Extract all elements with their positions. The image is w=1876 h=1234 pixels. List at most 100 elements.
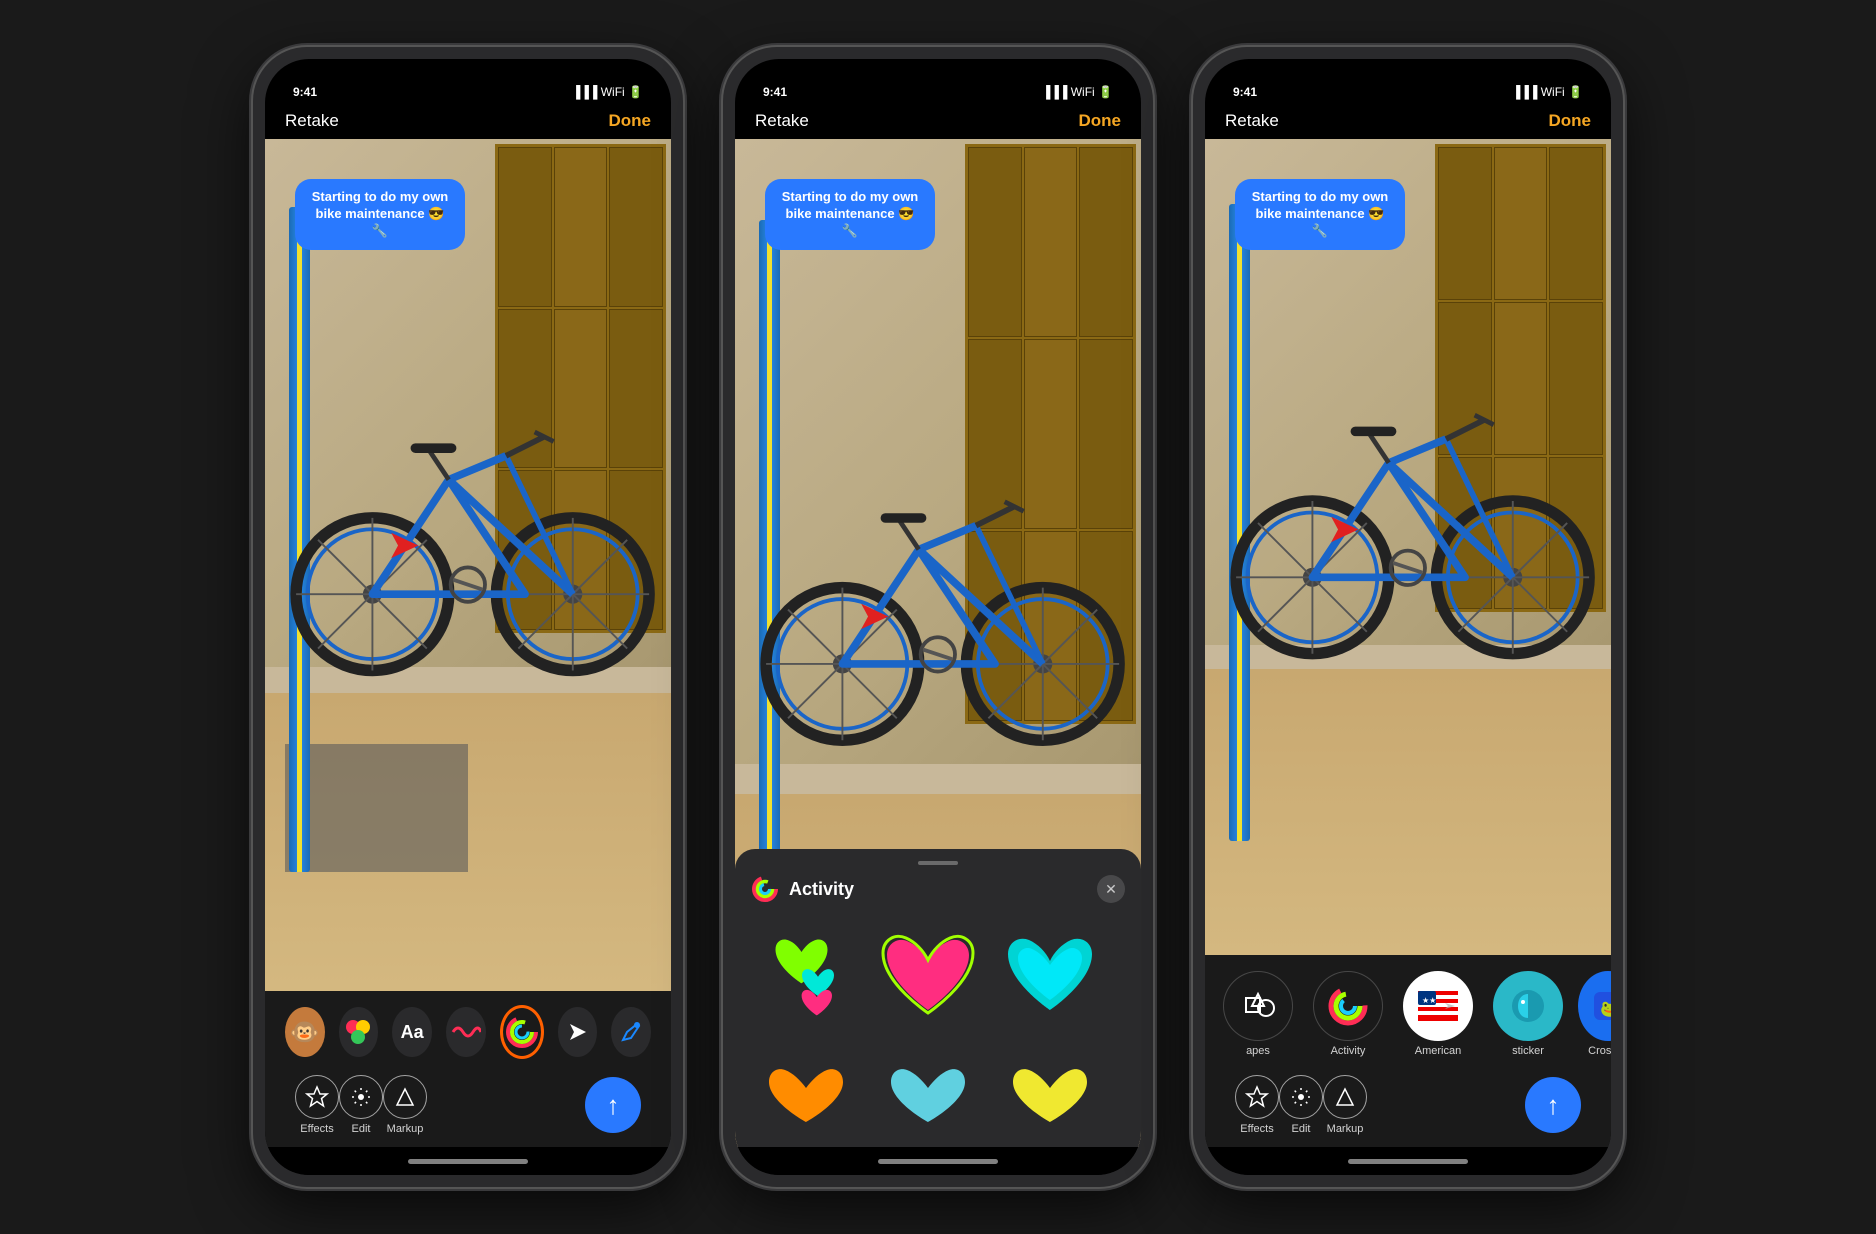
markup-tool[interactable]: Markup: [383, 1075, 427, 1135]
edit-tool[interactable]: Edit: [339, 1075, 383, 1135]
american-label: American: [1415, 1045, 1461, 1057]
edit-label-3: Edit: [1292, 1123, 1311, 1135]
retake-button-3[interactable]: Retake: [1225, 111, 1279, 131]
activity-popup: Activity ✕: [735, 849, 1141, 1147]
edit-icon: [339, 1075, 383, 1119]
svg-text:★★: ★★: [1422, 996, 1436, 1005]
sticker-tray: apes Activity: [1205, 963, 1611, 1065]
edit-label: Edit: [352, 1123, 371, 1135]
done-button-2[interactable]: Done: [1079, 111, 1122, 131]
markup-icon: [383, 1075, 427, 1119]
sticker-grid-2: [735, 1047, 1141, 1147]
markup-tool-3[interactable]: Markup: [1323, 1075, 1367, 1135]
home-indicator-3: [1205, 1147, 1611, 1175]
send-button-3[interactable]: ↑: [1525, 1077, 1581, 1133]
phone-1: 9:41 ▐▐▐ WiFi 🔋 Retake Done: [253, 47, 683, 1187]
phone-3: 9:41 ▐▐▐ WiFi 🔋 Retake Done: [1193, 47, 1623, 1187]
annotation-bubble: Starting to do my own bike maintenance 😎…: [295, 179, 465, 250]
bike-image-2: [747, 290, 1129, 895]
camera-area: Starting to do my own bike maintenance 😎…: [265, 139, 671, 991]
monkey-sticker-btn[interactable]: 🐵: [285, 1007, 325, 1057]
tools-row-3: Effects Edit: [1205, 1065, 1611, 1143]
effects-icon-3: [1235, 1075, 1279, 1119]
annotation-text-3: Starting to do my own bike maintenance 😎…: [1249, 189, 1391, 240]
crossy-icon: 🐸: [1578, 971, 1611, 1041]
tray-sticker[interactable]: sticker: [1483, 971, 1573, 1057]
sticker-item-partial-3[interactable]: [995, 1057, 1105, 1137]
activity-tray-icon: [1313, 971, 1383, 1041]
markup-label-3: Markup: [1327, 1123, 1364, 1135]
effects-label: Effects: [300, 1123, 333, 1135]
camera-area-3: Starting to do my own bike maintenance 😎…: [1205, 139, 1611, 955]
home-bar: [408, 1159, 528, 1164]
red-arrow-3: ➤: [1327, 506, 1361, 552]
retake-button-2[interactable]: Retake: [755, 111, 809, 131]
red-arrow: ➤: [387, 522, 421, 568]
popup-close-btn[interactable]: ✕: [1097, 875, 1125, 903]
color-balls-btn[interactable]: [339, 1007, 379, 1057]
home-bar-2: [878, 1159, 998, 1164]
home-indicator-2: [735, 1147, 1141, 1175]
phone-2: 9:41 ▐▐▐ WiFi 🔋 Retake Done: [723, 47, 1153, 1187]
done-button-3[interactable]: Done: [1549, 111, 1592, 131]
home-indicator: [265, 1147, 671, 1175]
hearts-sticker-2[interactable]: [873, 923, 983, 1033]
squiggle-btn[interactable]: [446, 1007, 486, 1057]
retake-button[interactable]: Retake: [285, 111, 339, 131]
markup-label: Markup: [387, 1123, 424, 1135]
tray-american[interactable]: ★★ American: [1393, 971, 1483, 1057]
effects-label-3: Effects: [1240, 1123, 1273, 1135]
arrow-sticker-btn[interactable]: [558, 1007, 598, 1057]
svg-text:🐸: 🐸: [1600, 1000, 1611, 1018]
effects-icon: [295, 1075, 339, 1119]
text-button[interactable]: Aa: [392, 1007, 432, 1057]
sticker-row: 🐵 Aa: [265, 999, 671, 1065]
send-button[interactable]: ↑: [585, 1077, 641, 1133]
annotation-bubble-2: Starting to do my own bike maintenance 😎…: [765, 179, 935, 250]
popup-header: Activity ✕: [735, 875, 1141, 913]
shapes-icon: [1223, 971, 1293, 1041]
phone-2-screen: 9:41 ▐▐▐ WiFi 🔋 Retake Done: [735, 59, 1141, 1175]
markup-icon-3: [1323, 1075, 1367, 1119]
annotation-text-2: Starting to do my own bike maintenance 😎…: [779, 189, 921, 240]
edit-icon-3: [1279, 1075, 1323, 1119]
sticker-label: sticker: [1512, 1045, 1544, 1057]
tools-row: Effects Edit: [265, 1065, 671, 1143]
tray-activity[interactable]: Activity: [1303, 971, 1393, 1057]
annotation-text: Starting to do my own bike maintenance 😎…: [309, 189, 451, 240]
annotation-bubble-3: Starting to do my own bike maintenance 😎…: [1235, 179, 1405, 250]
action-bar-3: Retake Done: [1205, 103, 1611, 139]
home-bar-3: [1348, 1159, 1468, 1164]
hearts-sticker-1[interactable]: [751, 923, 861, 1033]
hearts-sticker-3[interactable]: [995, 923, 1105, 1033]
activity-ring-icon: [751, 875, 779, 903]
activity-ring-btn[interactable]: [500, 1005, 544, 1059]
notch: [388, 59, 548, 89]
sticker-item-partial-1[interactable]: [751, 1057, 861, 1137]
pen-btn[interactable]: [611, 1007, 651, 1057]
sticker-tray-icon: [1493, 971, 1563, 1041]
bottom-toolbar: 🐵 Aa: [265, 991, 671, 1147]
tray-shapes[interactable]: apes: [1213, 971, 1303, 1057]
popup-handle: [918, 861, 958, 865]
american-icon: ★★: [1403, 971, 1473, 1041]
bike-image: [277, 267, 659, 778]
camera-area-2: Starting to do my own bike maintenance 😎…: [735, 139, 1141, 1147]
sticker-item-partial-2[interactable]: [873, 1057, 983, 1137]
done-button[interactable]: Done: [609, 111, 652, 131]
notch-2: [858, 59, 1018, 89]
edit-tool-3[interactable]: Edit: [1279, 1075, 1323, 1135]
phone-1-screen: 9:41 ▐▐▐ WiFi 🔋 Retake Done: [265, 59, 671, 1175]
action-bar: Retake Done: [265, 103, 671, 139]
action-bar-2: Retake Done: [735, 103, 1141, 139]
crossy-label: Crossy l: [1588, 1045, 1611, 1057]
effects-tool-3[interactable]: Effects: [1235, 1075, 1279, 1135]
phone-3-screen: 9:41 ▐▐▐ WiFi 🔋 Retake Done: [1205, 59, 1611, 1175]
effects-tool[interactable]: Effects: [295, 1075, 339, 1135]
tray-crossy[interactable]: 🐸 Crossy l: [1573, 971, 1611, 1057]
activity-tray-label: Activity: [1331, 1045, 1366, 1057]
bike-image-3: [1217, 261, 1599, 751]
popup-title: Activity: [751, 875, 854, 903]
shapes-label: apes: [1246, 1045, 1270, 1057]
bottom-toolbar-3: apes Activity: [1205, 955, 1611, 1147]
